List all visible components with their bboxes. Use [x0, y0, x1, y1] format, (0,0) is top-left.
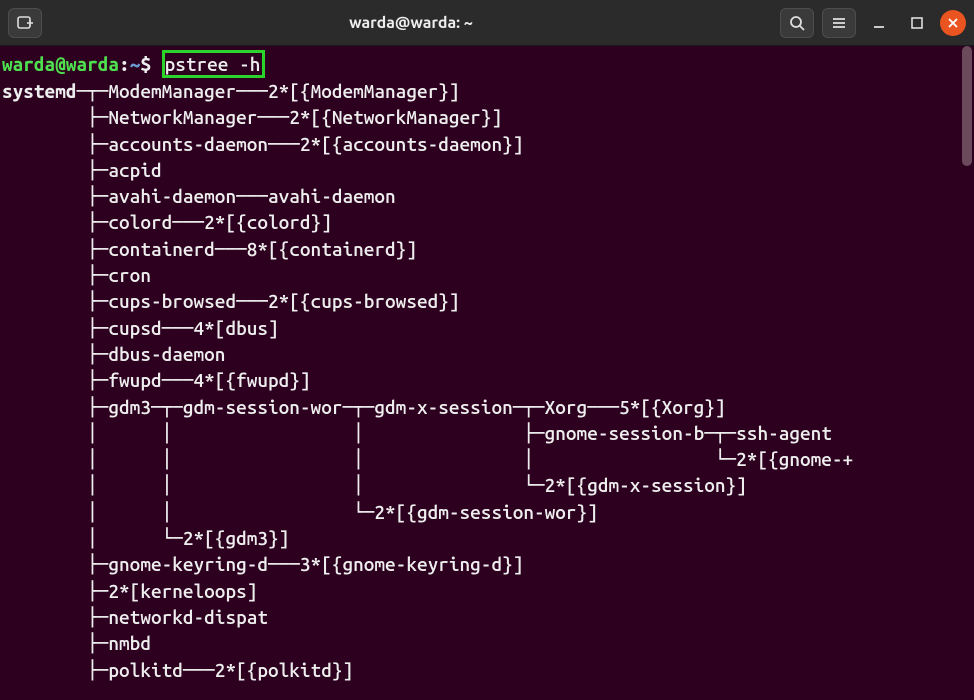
close-button[interactable]: [940, 10, 966, 36]
menu-icon: [831, 15, 847, 31]
minimize-button[interactable]: [864, 8, 894, 38]
close-icon: [947, 17, 959, 29]
search-button[interactable]: [780, 8, 814, 38]
new-tab-icon: [16, 14, 34, 32]
terminal-area[interactable]: warda@warda:~$ pstree -h systemd─┬─Modem…: [0, 46, 974, 700]
window-title: warda@warda: ~: [50, 14, 772, 32]
prompt-user-host: warda@warda: [2, 53, 119, 75]
scrollbar-thumb[interactable]: [962, 46, 972, 166]
maximize-icon: [910, 16, 924, 30]
prompt-sep: :: [119, 53, 130, 75]
menu-button[interactable]: [822, 8, 856, 38]
pstree-output: systemd─┬─ModemManager───2*[{ModemManage…: [2, 80, 853, 681]
minimize-icon: [872, 16, 886, 30]
prompt-path: ~: [130, 53, 141, 75]
terminal-window: warda@warda: ~: [0, 0, 974, 700]
maximize-button[interactable]: [902, 8, 932, 38]
new-tab-button[interactable]: [8, 8, 42, 38]
prompt-dollar: $: [140, 53, 151, 75]
terminal-content: warda@warda:~$ pstree -h systemd─┬─Modem…: [0, 46, 974, 685]
command-text: pstree -h: [165, 53, 261, 75]
command-highlight-box: pstree -h: [162, 50, 266, 78]
search-icon: [789, 15, 805, 31]
titlebar: warda@warda: ~: [0, 0, 974, 46]
